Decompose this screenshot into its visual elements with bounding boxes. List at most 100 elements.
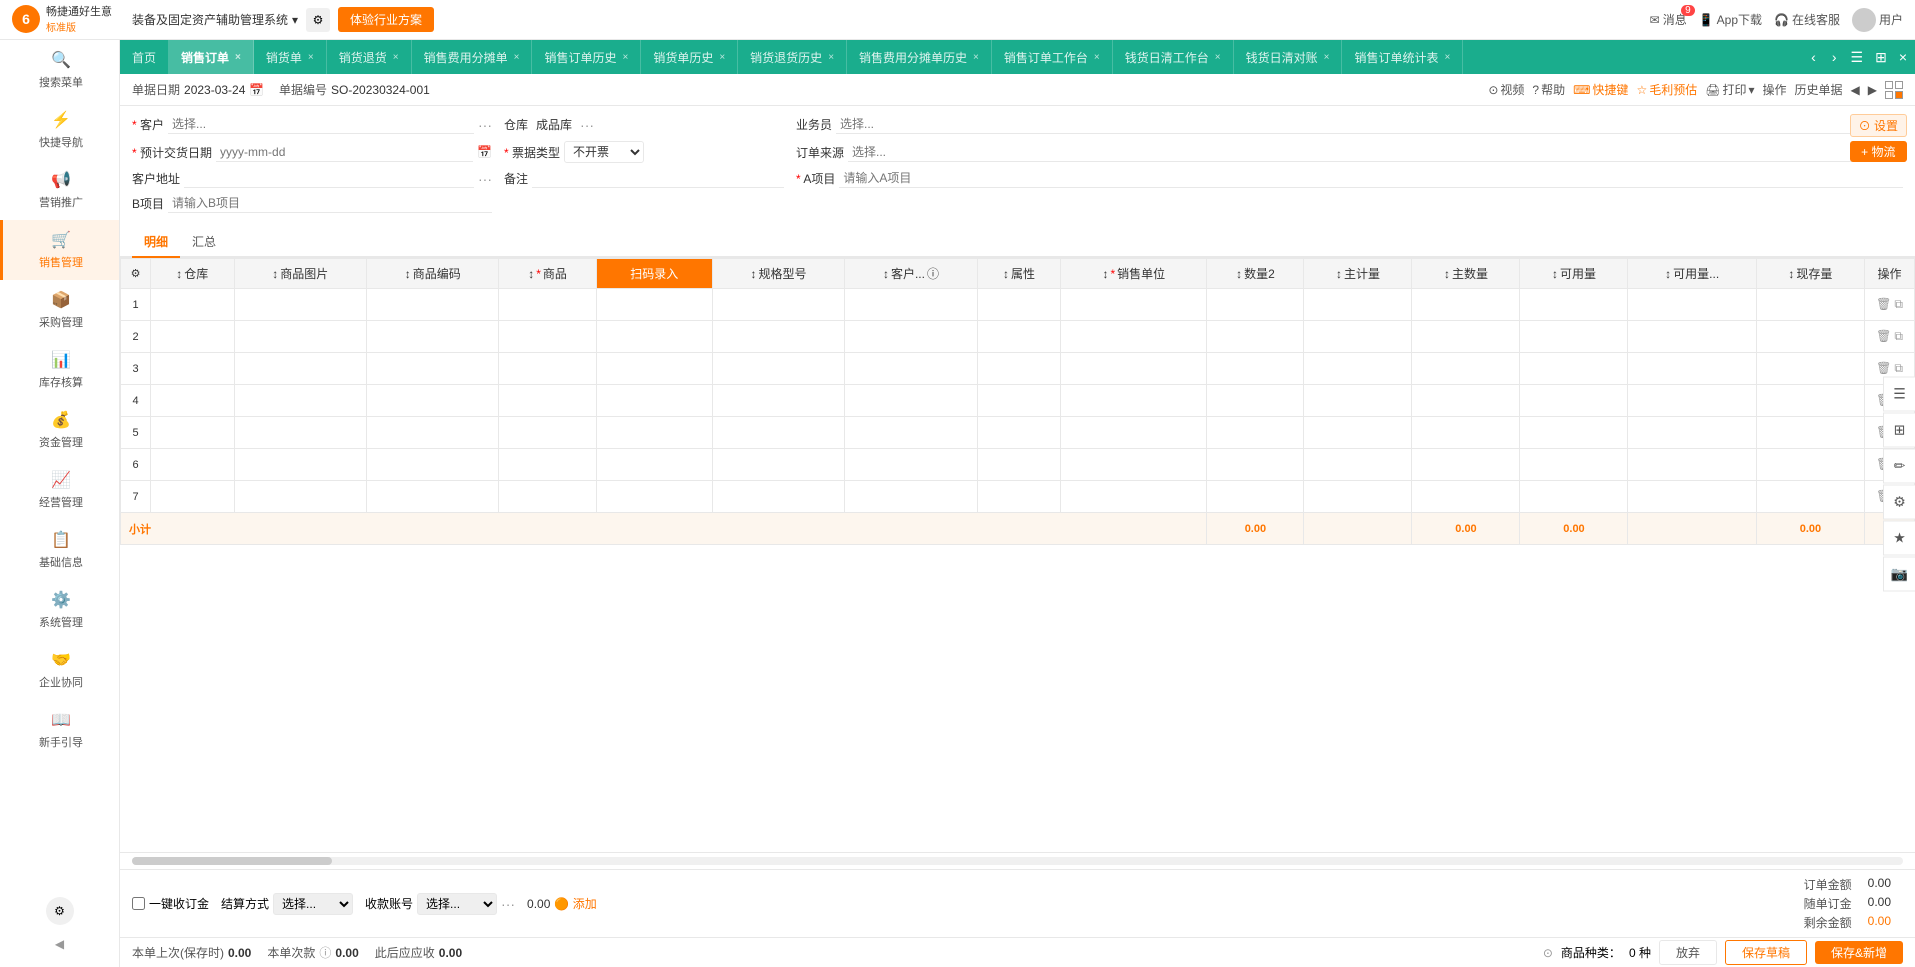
row-5-spec[interactable] [712,417,844,449]
tab-order-history[interactable]: 销售订单历史 × [532,40,641,74]
nav-next[interactable]: ▶ [1868,83,1877,97]
row-3-spec[interactable] [712,353,844,385]
sidebar-item-purchase[interactable]: 📦 采购管理 [0,280,119,340]
row-2-avail[interactable] [1520,321,1628,353]
rp-icon-1[interactable]: ☰ [1883,376,1915,411]
sidebar-item-quicknav[interactable]: ⚡ 快捷导航 [0,100,119,160]
row-3-image[interactable] [234,353,366,385]
row-4-code[interactable] [367,385,499,417]
row-5-code[interactable] [367,417,499,449]
row-1-delete[interactable]: 🗑 [1876,297,1891,311]
row-7-scan[interactable] [596,481,712,513]
row-3-unit[interactable] [1061,353,1207,385]
industry-button[interactable]: 体验行业方案 [338,7,434,32]
row-2-qty2[interactable] [1207,321,1304,353]
tab-close-daily-workbench[interactable]: × [1215,52,1221,63]
row-1-spec[interactable] [712,289,844,321]
row-1-current[interactable] [1756,289,1864,321]
row-4-spec[interactable] [712,385,844,417]
row-1-attr[interactable] [977,289,1061,321]
help-btn[interactable]: ? 帮助 [1532,81,1565,98]
add-btn[interactable]: 🟠 添加 [554,895,596,912]
tab-close-stats[interactable]: × [1444,52,1450,63]
sidebar-item-sales[interactable]: 🛒 销售管理 [0,220,119,280]
row-5-main-qty[interactable] [1412,417,1520,449]
row-4-qty2[interactable] [1207,385,1304,417]
th-scan[interactable]: 扫码录入 [596,259,712,289]
account-select[interactable]: 选择... [417,893,497,915]
row-6-avail2[interactable] [1628,449,1756,481]
row-7-spec[interactable] [712,481,844,513]
row-5-avail2[interactable] [1628,417,1756,449]
row-7-image[interactable] [234,481,366,513]
product-count-icon[interactable]: ⊙ [1543,946,1553,960]
customer-dots[interactable]: ··· [478,117,492,133]
row-5-avail[interactable] [1520,417,1628,449]
row-3-avail[interactable] [1520,353,1628,385]
sidebar-item-finance[interactable]: 💰 资金管理 [0,400,119,460]
row-1-product[interactable] [499,289,596,321]
print-btn[interactable]: 🖨 打印 ▾ [1705,81,1754,98]
row-2-warehouse[interactable] [151,321,235,353]
row-3-customer[interactable] [845,353,977,385]
account-dots[interactable]: ··· [501,896,515,912]
current-q-icon[interactable]: ⓘ [319,944,331,961]
customer-input[interactable] [168,115,474,134]
row-1-main-qty[interactable] [1412,289,1520,321]
save-new-button[interactable]: 保存&新增 [1815,941,1903,964]
row-2-main-unit[interactable] [1304,321,1412,353]
row-6-warehouse[interactable] [151,449,235,481]
th-settings[interactable]: ⚙ [121,259,151,289]
row-2-scan[interactable] [596,321,712,353]
tab-close-expense[interactable]: × [514,52,520,63]
row-3-attr[interactable] [977,353,1061,385]
row-3-main-unit[interactable] [1304,353,1412,385]
order-source-input[interactable] [848,143,1885,162]
tab-daily-workbench[interactable]: 钱货日清工作台 × [1113,40,1234,74]
row-5-scan[interactable] [596,417,712,449]
rp-icon-2[interactable]: ⊞ [1883,412,1915,447]
tab-expense[interactable]: 销售费用分摊单 × [412,40,533,74]
tab-grid-icon[interactable]: ⊞ [1871,47,1891,68]
row-6-attr[interactable] [977,449,1061,481]
tab-reconcile[interactable]: 钱货日清对账 × [1234,40,1343,74]
sidebar-collapse-btn[interactable]: ◀ [47,929,72,959]
tab-return-history[interactable]: 销货退货历史 × [738,40,847,74]
tab-close-invoice-history[interactable]: × [719,52,725,63]
tab-close-order-history[interactable]: × [622,52,628,63]
row-6-unit[interactable] [1061,449,1207,481]
operation-btn[interactable]: 操作 [1763,81,1787,98]
rp-icon-5[interactable]: ★ [1883,520,1915,555]
scrollbar-track[interactable] [132,857,1903,865]
shortcut-btn[interactable]: ⌨ 快捷键 [1573,81,1628,98]
row-7-warehouse[interactable] [151,481,235,513]
row-7-avail[interactable] [1520,481,1628,513]
warehouse-dots[interactable]: ··· [580,117,594,133]
row-6-product[interactable] [499,449,596,481]
nav-prev[interactable]: ◀ [1851,83,1860,97]
row-1-code[interactable] [367,289,499,321]
view-icon-3[interactable] [1885,91,1893,99]
row-7-current[interactable] [1756,481,1864,513]
tab-invoice-history[interactable]: 销货单历史 × [641,40,738,74]
tab-close-return[interactable]: × [393,52,399,63]
row-7-qty2[interactable] [1207,481,1304,513]
row-6-qty2[interactable] [1207,449,1304,481]
row-5-image[interactable] [234,417,366,449]
row-1-customer[interactable] [845,289,977,321]
row-7-avail2[interactable] [1628,481,1756,513]
row-3-product[interactable] [499,353,596,385]
row-4-main-unit[interactable] [1304,385,1412,417]
row-4-warehouse[interactable] [151,385,235,417]
sidebar-item-search[interactable]: 🔍 搜索菜单 [0,40,119,100]
view-btn[interactable]: ⊙ 视频 [1488,81,1524,98]
row-2-code[interactable] [367,321,499,353]
row-7-main-qty[interactable] [1412,481,1520,513]
row-7-unit[interactable] [1061,481,1207,513]
row-6-code[interactable] [367,449,499,481]
rp-icon-3[interactable]: ✏ [1883,448,1915,483]
row-7-product[interactable] [499,481,596,513]
sidebar-item-system[interactable]: ⚙️ 系统管理 [0,580,119,640]
tab-close-sales-order[interactable]: × [235,52,241,63]
row-5-unit[interactable] [1061,417,1207,449]
